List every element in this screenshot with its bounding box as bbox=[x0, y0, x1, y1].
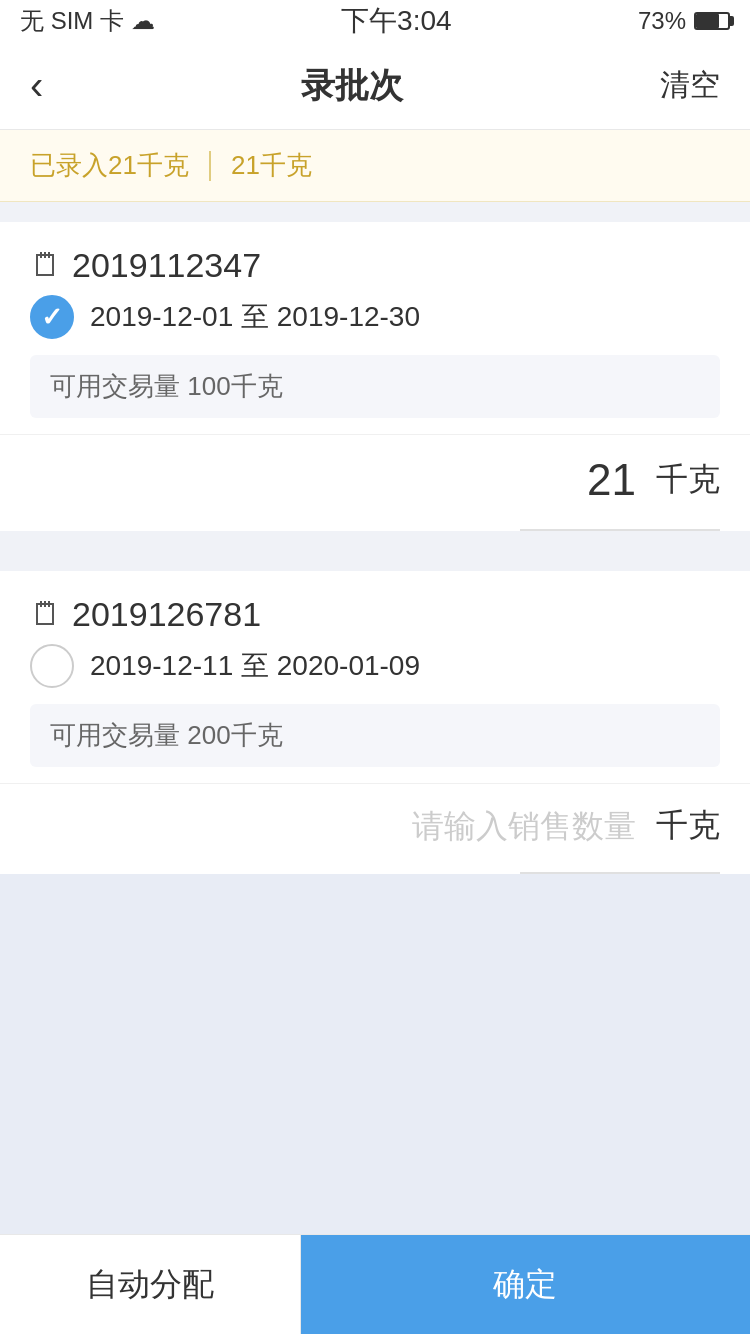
battery-label: 73% bbox=[638, 7, 686, 35]
batch-available-2: 可用交易量 200千克 bbox=[30, 704, 720, 767]
quantity-row-1: 21 千克 bbox=[0, 434, 750, 525]
batch-date-row-1: 2019-12-01 至 2019-12-30 bbox=[30, 295, 720, 339]
batch-id-2: 2019126781 bbox=[72, 595, 261, 634]
batch-date-2: 2019-12-11 至 2020-01-09 bbox=[90, 647, 420, 685]
empty-area bbox=[0, 874, 750, 1274]
auto-distribute-button[interactable]: 自动分配 bbox=[0, 1235, 301, 1334]
confirm-button[interactable]: 确定 bbox=[301, 1235, 750, 1334]
info-banner: 已录入21千克 21千克 bbox=[0, 130, 750, 202]
status-bar-right: 73% bbox=[638, 7, 730, 35]
batch-date-1: 2019-12-01 至 2019-12-30 bbox=[90, 298, 420, 336]
batch-card-2: 🗒 2019126781 2019-12-11 至 2020-01-09 可用交… bbox=[0, 571, 750, 874]
banner-divider bbox=[209, 151, 211, 181]
batch-header-2: 🗒 2019126781 bbox=[30, 595, 720, 634]
recorded-amount: 已录入21千克 bbox=[30, 148, 189, 183]
radio-2[interactable] bbox=[30, 644, 74, 688]
quantity-value-1: 21 bbox=[587, 455, 636, 505]
nav-bar: ‹ 录批次 清空 bbox=[0, 42, 750, 130]
bottom-bar: 自动分配 确定 bbox=[0, 1234, 750, 1334]
status-bar: 无 SIM 卡 ☁ 下午3:04 73% bbox=[0, 0, 750, 42]
quantity-unit-2: 千克 bbox=[656, 804, 720, 848]
batch-doc-icon-1: 🗒 bbox=[30, 247, 62, 284]
status-bar-time: 下午3:04 bbox=[341, 2, 452, 40]
radio-1[interactable] bbox=[30, 295, 74, 339]
batch-id-1: 2019112347 bbox=[72, 246, 261, 285]
total-amount: 21千克 bbox=[231, 148, 312, 183]
sim-label: 无 SIM 卡 ☁ bbox=[20, 5, 155, 37]
status-bar-left: 无 SIM 卡 ☁ bbox=[20, 5, 155, 37]
batch-available-1: 可用交易量 100千克 bbox=[30, 355, 720, 418]
battery-icon bbox=[694, 12, 730, 30]
quantity-input-row-2: 千克 bbox=[0, 783, 750, 868]
back-button[interactable]: ‹ bbox=[30, 63, 43, 108]
batch-date-row-2: 2019-12-11 至 2020-01-09 bbox=[30, 644, 720, 688]
page-title: 录批次 bbox=[301, 63, 403, 109]
batch-doc-icon-2: 🗒 bbox=[30, 596, 62, 633]
clear-button[interactable]: 清空 bbox=[660, 65, 720, 106]
quantity-input-2[interactable] bbox=[30, 808, 636, 845]
quantity-unit-1: 千克 bbox=[656, 458, 720, 502]
batch-header-1: 🗒 2019112347 bbox=[30, 246, 720, 285]
section-separator bbox=[0, 531, 750, 551]
batch-card-1: 🗒 2019112347 2019-12-01 至 2019-12-30 可用交… bbox=[0, 222, 750, 531]
